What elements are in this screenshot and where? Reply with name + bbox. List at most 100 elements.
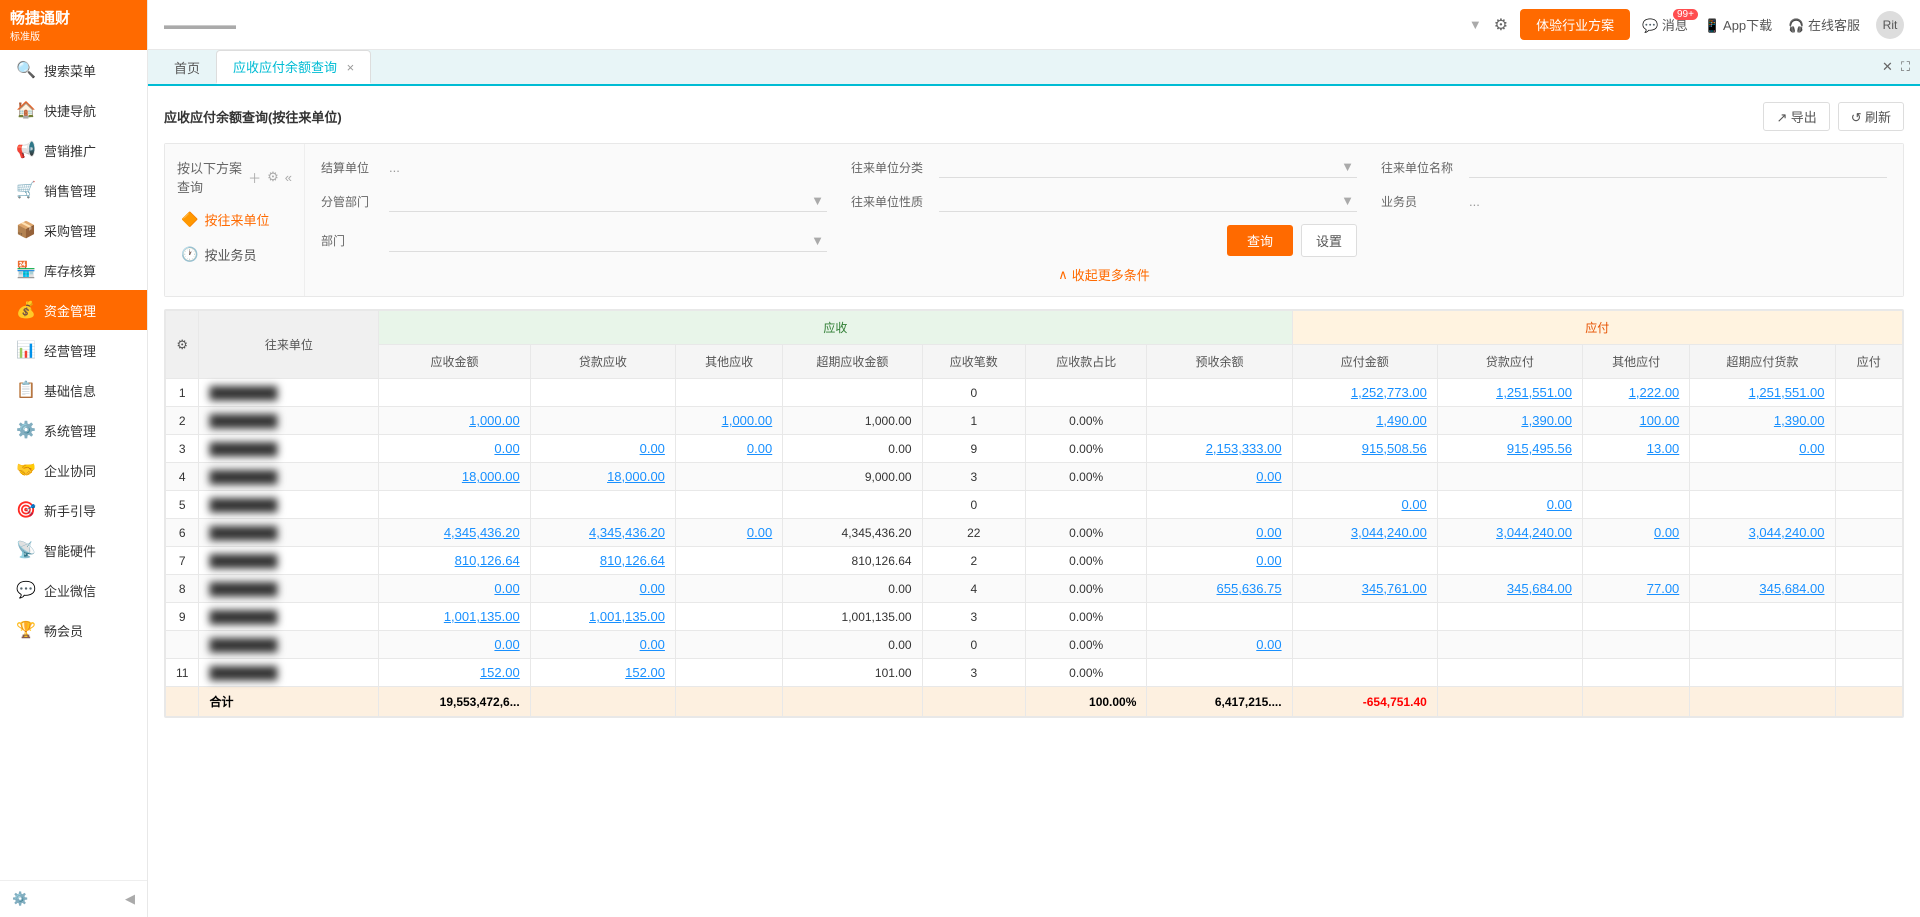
row-ar-other[interactable]: [675, 575, 782, 603]
sidebar-item-search[interactable]: 🔍 搜索菜单: [0, 50, 147, 90]
row-ap-amount[interactable]: [1292, 603, 1437, 631]
row-ap-other[interactable]: [1583, 603, 1690, 631]
row-ar-other[interactable]: [675, 379, 782, 407]
sidebar-item-nav[interactable]: 🏠 快捷导航: [0, 90, 147, 130]
row-ap-overdue[interactable]: 1,251,551.00: [1690, 379, 1835, 407]
row-ar-amount[interactable]: 18,000.00: [379, 463, 530, 491]
row-ar-prepay[interactable]: 2,153,333.00: [1147, 435, 1292, 463]
row-ar-loan[interactable]: [530, 379, 675, 407]
unit-name-input[interactable]: [1469, 156, 1887, 178]
row-ar-other[interactable]: [675, 631, 782, 659]
app-download[interactable]: 📱 App下载: [1704, 15, 1772, 34]
row-ar-loan[interactable]: 0.00: [530, 631, 675, 659]
row-ap-overdue[interactable]: [1690, 491, 1835, 519]
sidebar-item-inventory[interactable]: 🏪 库存核算: [0, 250, 147, 290]
row-ar-other[interactable]: [675, 463, 782, 491]
row-ap-amount[interactable]: [1292, 631, 1437, 659]
settings-button[interactable]: 设置: [1301, 224, 1357, 257]
unit-category-select[interactable]: ▼: [939, 156, 1357, 178]
row-ap-overdue[interactable]: [1690, 463, 1835, 491]
staff-dots[interactable]: ...: [1469, 194, 1480, 209]
tab-ar-query[interactable]: 应收应付余额查询 ×: [216, 50, 371, 84]
row-ar-other[interactable]: [675, 659, 782, 687]
row-ar-prepay[interactable]: 0.00: [1147, 547, 1292, 575]
add-icon[interactable]: ＋: [248, 168, 261, 187]
row-ar-loan[interactable]: 4,345,436.20: [530, 519, 675, 547]
row-ar-other[interactable]: 0.00: [675, 519, 782, 547]
row-ap-loan[interactable]: 1,251,551.00: [1437, 379, 1582, 407]
row-ar-loan[interactable]: 152.00: [530, 659, 675, 687]
row-ar-other[interactable]: [675, 491, 782, 519]
row-ar-prepay[interactable]: 655,636.75: [1147, 575, 1292, 603]
row-ap-loan[interactable]: [1437, 603, 1582, 631]
row-ap-other[interactable]: [1583, 491, 1690, 519]
message-badge-container[interactable]: 💬 消息 99+: [1642, 15, 1688, 34]
row-ar-amount[interactable]: 1,001,135.00: [379, 603, 530, 631]
plan-button[interactable]: 体验行业方案: [1520, 9, 1630, 40]
row-ap-overdue[interactable]: [1690, 659, 1835, 687]
row-ar-other[interactable]: 0.00: [675, 435, 782, 463]
sidebar-item-wechat[interactable]: 💬 企业微信: [0, 570, 147, 610]
row-ap-other[interactable]: 13.00: [1583, 435, 1690, 463]
row-ap-other[interactable]: [1583, 463, 1690, 491]
sidebar-item-sales[interactable]: 🛒 销售管理: [0, 170, 147, 210]
user-avatar[interactable]: Rit: [1876, 11, 1904, 39]
row-ar-loan[interactable]: [530, 491, 675, 519]
settings-filter-icon[interactable]: ⚙: [267, 169, 279, 185]
collapse-sidebar-icon[interactable]: ◀: [125, 891, 135, 907]
sidebar-item-basic[interactable]: 📋 基础信息: [0, 370, 147, 410]
row-ap-amount[interactable]: 345,761.00: [1292, 575, 1437, 603]
row-ap-amount[interactable]: [1292, 547, 1437, 575]
table-settings-icon[interactable]: ⚙: [176, 337, 188, 352]
row-ap-overdue[interactable]: [1690, 631, 1835, 659]
row-ar-prepay[interactable]: 0.00: [1147, 519, 1292, 547]
row-ap-loan[interactable]: [1437, 463, 1582, 491]
refresh-button[interactable]: ↺ 刷新: [1838, 102, 1904, 131]
row-ap-loan[interactable]: 345,684.00: [1437, 575, 1582, 603]
row-ar-other[interactable]: [675, 547, 782, 575]
row-ar-loan[interactable]: 810,126.64: [530, 547, 675, 575]
row-ar-loan[interactable]: [530, 407, 675, 435]
export-button[interactable]: ↗ 导出: [1763, 102, 1829, 131]
tab-close-icon[interactable]: ×: [347, 60, 355, 75]
filter-by-unit[interactable]: 🔶 按往来单位: [165, 202, 304, 237]
dept-select[interactable]: ▼: [389, 190, 827, 212]
sidebar-item-marketing[interactable]: 📢 营销推广: [0, 130, 147, 170]
row-ap-loan[interactable]: [1437, 659, 1582, 687]
row-ap-overdue[interactable]: 1,390.00: [1690, 407, 1835, 435]
row-ap-overdue[interactable]: 3,044,240.00: [1690, 519, 1835, 547]
row-ap-loan[interactable]: [1437, 631, 1582, 659]
collapse-button[interactable]: ∧ 收起更多条件: [321, 265, 1887, 284]
row-ar-loan[interactable]: 18,000.00: [530, 463, 675, 491]
topbar-settings-icon[interactable]: ⚙: [1494, 15, 1508, 35]
sidebar-item-operation[interactable]: 📊 经营管理: [0, 330, 147, 370]
row-ar-amount[interactable]: 1,000.00: [379, 407, 530, 435]
row-ap-other[interactable]: [1583, 631, 1690, 659]
sidebar-item-member[interactable]: 🏆 畅会员: [0, 610, 147, 650]
col-settings-header[interactable]: ⚙: [166, 311, 199, 379]
row-ar-prepay[interactable]: 0.00: [1147, 463, 1292, 491]
row-ar-amount[interactable]: 152.00: [379, 659, 530, 687]
row-ap-loan[interactable]: 0.00: [1437, 491, 1582, 519]
row-ap-overdue[interactable]: [1690, 547, 1835, 575]
row-ap-amount[interactable]: [1292, 463, 1437, 491]
tab-maximize[interactable]: ⛶: [1901, 59, 1910, 75]
settlement-dots[interactable]: ...: [389, 160, 400, 175]
row-ar-amount[interactable]: 0.00: [379, 631, 530, 659]
row-ap-loan[interactable]: 3,044,240.00: [1437, 519, 1582, 547]
row-ar-amount[interactable]: 4,345,436.20: [379, 519, 530, 547]
row-ar-loan[interactable]: 0.00: [530, 575, 675, 603]
row-ap-other[interactable]: 1,222.00: [1583, 379, 1690, 407]
filter-by-staff[interactable]: 🕐 按业务员: [165, 237, 304, 272]
department-select[interactable]: ▼: [389, 230, 827, 252]
row-ap-loan[interactable]: 915,495.56: [1437, 435, 1582, 463]
row-ap-amount[interactable]: 3,044,240.00: [1292, 519, 1437, 547]
row-ar-amount[interactable]: [379, 491, 530, 519]
row-ar-loan[interactable]: 0.00: [530, 435, 675, 463]
row-ap-overdue[interactable]: 345,684.00: [1690, 575, 1835, 603]
row-ar-prepay[interactable]: 0.00: [1147, 631, 1292, 659]
row-ap-other[interactable]: [1583, 547, 1690, 575]
back-icon[interactable]: «: [285, 170, 292, 185]
row-ap-amount[interactable]: 1,252,773.00: [1292, 379, 1437, 407]
topbar-dropdown-icon[interactable]: ▼: [1469, 17, 1482, 32]
